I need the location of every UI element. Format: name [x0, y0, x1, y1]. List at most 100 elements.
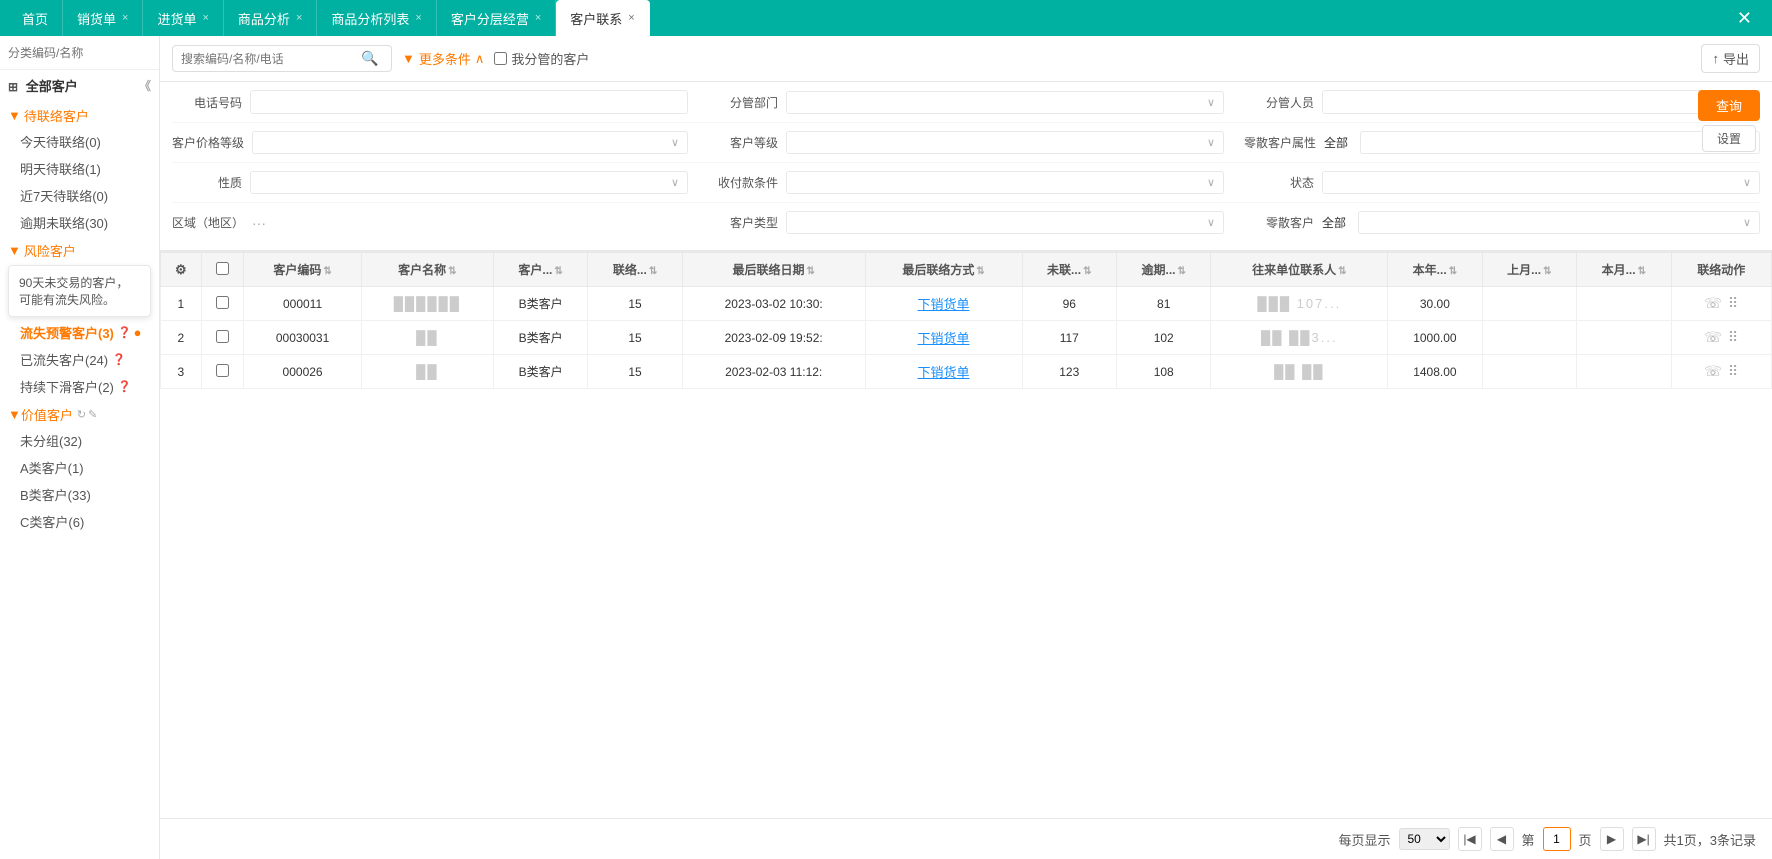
row1-method-link[interactable]: 下销货单	[918, 297, 970, 312]
last-page-button[interactable]: ▶|	[1632, 827, 1656, 851]
filter-status-select[interactable]: ∨	[1322, 171, 1760, 194]
select-all-checkbox[interactable]	[216, 262, 229, 275]
sidebar-group-pending[interactable]: ▼ 待联络客户	[0, 101, 159, 128]
filter-phone-input[interactable]	[250, 90, 688, 114]
window-close-button[interactable]: ✕	[1725, 8, 1764, 29]
col-contact-days[interactable]: 联络...⇅	[588, 253, 682, 287]
my-customers-checkbox[interactable]	[494, 52, 507, 65]
export-button[interactable]: ↑ 导出	[1701, 44, 1760, 73]
row2-select[interactable]	[216, 330, 229, 343]
tab-customer-contact-close[interactable]: ×	[628, 12, 634, 24]
sidebar-item-churned[interactable]: 已流失客户(24) ❓	[0, 346, 159, 373]
col-type[interactable]: 客户...⇅	[493, 253, 587, 287]
row3-last-method[interactable]: 下销货单	[865, 355, 1022, 389]
tab-customer-segment-close[interactable]: ×	[535, 12, 541, 24]
col-settings[interactable]: ⚙	[161, 253, 202, 287]
sidebar-group-value[interactable]: ▼ 价值客户 ↻ ✎	[0, 400, 159, 427]
filter-dept-select[interactable]: ∨	[786, 91, 1224, 114]
region-dots-button[interactable]: ···	[252, 215, 266, 231]
settings-button[interactable]: 设置	[1702, 125, 1756, 152]
row1-checkbox[interactable]	[201, 287, 244, 321]
tab-sales[interactable]: 销货单 ×	[63, 0, 143, 36]
col-code[interactable]: 客户编码⇅	[244, 253, 361, 287]
row2-method-link[interactable]: 下销货单	[918, 331, 970, 346]
tab-purchase[interactable]: 进货单 ×	[143, 0, 223, 36]
row3-method-link[interactable]: 下销货单	[918, 365, 970, 380]
row1-type: B类客户	[493, 287, 587, 321]
settings-gear-icon[interactable]: ⚙	[175, 262, 187, 277]
main-search-icon[interactable]: 🔍	[361, 50, 378, 67]
col-checkbox[interactable]	[201, 253, 244, 287]
main-search-input[interactable]	[181, 52, 361, 66]
row3-action-contact[interactable]: ☏	[1704, 363, 1722, 380]
sidebar-item-today[interactable]: 今天待联络(0)	[0, 128, 159, 155]
collapse-icon[interactable]: 《	[139, 77, 151, 94]
col-this-month[interactable]: 本月...⇅	[1577, 253, 1671, 287]
row2-action-contact[interactable]: ☏	[1704, 329, 1722, 346]
tab-analysis[interactable]: 商品分析 ×	[224, 0, 317, 36]
sidebar-item-overdue[interactable]: 逾期未联络(30)	[0, 209, 159, 236]
filter-nature-select[interactable]: ∨	[250, 171, 688, 194]
col-last-month[interactable]: 上月...⇅	[1482, 253, 1576, 287]
filter-scatter-select[interactable]: ∨	[1358, 211, 1760, 234]
row3-action-more[interactable]: ⠿	[1728, 363, 1738, 380]
first-page-button[interactable]: |◀	[1458, 827, 1482, 851]
tab-sales-close[interactable]: ×	[122, 12, 128, 24]
filter-customer-grade-select[interactable]: ∨	[786, 131, 1224, 154]
risk-tooltip: 90天未交易的客户，可能有流失风险。	[8, 265, 151, 317]
tab-home[interactable]: 首页	[8, 0, 63, 36]
filter-customer-type-select[interactable]: ∨	[786, 211, 1224, 234]
row1-action-more[interactable]: ⠿	[1728, 295, 1738, 312]
row1-action-contact[interactable]: ☏	[1704, 295, 1722, 312]
tab-customer-contact[interactable]: 客户联系 ×	[556, 0, 649, 36]
row2-action-more[interactable]: ⠿	[1728, 329, 1738, 346]
row1-last-method[interactable]: 下销货单	[865, 287, 1022, 321]
row2-checkbox[interactable]	[201, 321, 244, 355]
sidebar-group-risk[interactable]: ▼ 风险客户	[0, 236, 159, 263]
sidebar-item-class-a[interactable]: A类客户(1)	[0, 454, 159, 481]
filter-payment-select[interactable]: ∨	[786, 171, 1224, 194]
chevron-down-icon: ∨	[1207, 96, 1215, 109]
per-page-select[interactable]: 50 20 100	[1399, 828, 1450, 850]
row1-last-month	[1482, 287, 1576, 321]
col-last-method[interactable]: 最后联络方式⇅	[865, 253, 1022, 287]
col-overdue[interactable]: 逾期...⇅	[1116, 253, 1210, 287]
tab-purchase-close[interactable]: ×	[202, 12, 208, 24]
filter-action-buttons: 查询 设置	[1698, 90, 1760, 152]
col-contact-person[interactable]: 往来单位联系人⇅	[1211, 253, 1388, 287]
current-page-input[interactable]: 1	[1543, 827, 1571, 851]
prev-page-button[interactable]: ◀	[1490, 827, 1514, 851]
sidebar-item-churn-warning[interactable]: 流失预警客户(3) ❓ ●	[0, 319, 159, 346]
col-name[interactable]: 客户名称⇅	[361, 253, 493, 287]
col-no-contact[interactable]: 未联...⇅	[1022, 253, 1116, 287]
sidebar-item-class-b[interactable]: B类客户(33)	[0, 481, 159, 508]
tab-analysis-list[interactable]: 商品分析列表 ×	[317, 0, 436, 36]
sidebar-item-7days[interactable]: 近7天待联络(0)	[0, 182, 159, 209]
next-page-button[interactable]: ▶	[1600, 827, 1624, 851]
tab-customer-segment[interactable]: 客户分层经营 ×	[437, 0, 556, 36]
row3-checkbox[interactable]	[201, 355, 244, 389]
more-filters-button[interactable]: ▼ 更多条件 ∧	[402, 49, 484, 68]
sidebar-item-ungrouped[interactable]: 未分组(32)	[0, 427, 159, 454]
sidebar-all-customers[interactable]: ⊞ 全部客户 《	[0, 70, 159, 101]
row2-last-method[interactable]: 下销货单	[865, 321, 1022, 355]
col-this-year[interactable]: 本年...⇅	[1388, 253, 1482, 287]
filter-customer-grade: 客户等级 ∨	[708, 131, 1224, 154]
row1-select[interactable]	[216, 296, 229, 309]
tab-analysis-list-close[interactable]: ×	[415, 12, 421, 24]
query-button[interactable]: 查询	[1698, 90, 1760, 121]
filter-scatter: 零散客户 全部 ∨	[1244, 211, 1760, 234]
row3-this-month	[1577, 355, 1671, 389]
col-last-date[interactable]: 最后联络日期⇅	[682, 253, 865, 287]
sidebar-search-input[interactable]	[8, 46, 160, 60]
filter-person-input[interactable]	[1322, 90, 1738, 114]
row3-select[interactable]	[216, 364, 229, 377]
tab-analysis-close[interactable]: ×	[296, 12, 302, 24]
sidebar-item-class-c[interactable]: C类客户(6)	[0, 508, 159, 535]
sidebar-item-declining[interactable]: 持续下滑客户(2) ❓	[0, 373, 159, 400]
sidebar-item-tomorrow[interactable]: 明天待联络(1)	[0, 155, 159, 182]
refresh-icon[interactable]: ↻	[77, 408, 86, 421]
edit-icon[interactable]: ✎	[88, 408, 97, 421]
filter-price-grade-select[interactable]: ∨	[252, 131, 688, 154]
my-customers-checkbox-label[interactable]: 我分管的客户	[494, 49, 589, 68]
